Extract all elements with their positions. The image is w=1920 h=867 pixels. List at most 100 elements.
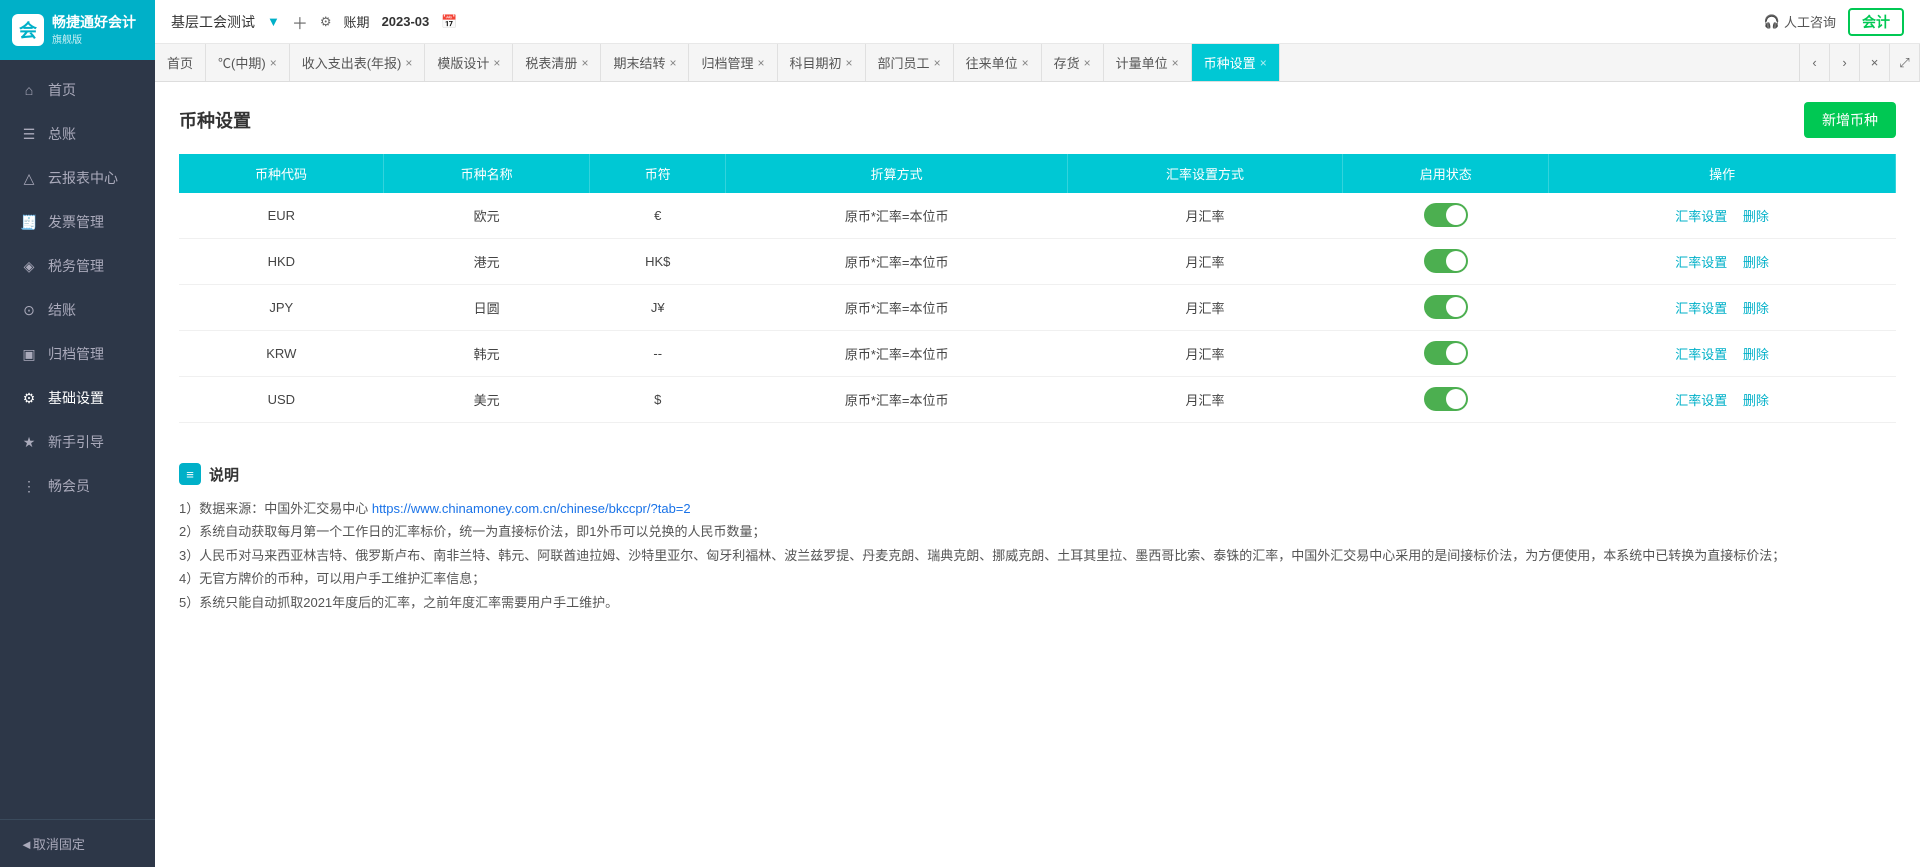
col-header-symbol: 币符: [590, 154, 726, 193]
cell-calc-4: 原币*汇率=本位币: [726, 377, 1067, 423]
tab-close-all-button[interactable]: ×: [1860, 44, 1890, 82]
tab-income-close[interactable]: ×: [405, 56, 412, 70]
toggle-0[interactable]: [1424, 203, 1468, 227]
tab-currency-close[interactable]: ×: [1260, 56, 1267, 70]
tab-period-end[interactable]: 期末结转 ×: [601, 44, 689, 81]
tab-unit[interactable]: 计量单位 ×: [1104, 44, 1192, 81]
sidebar-item-tax[interactable]: ◈ 税务管理: [0, 244, 155, 288]
delete-link-0[interactable]: 删除: [1743, 209, 1769, 224]
rate-setting-link-2[interactable]: 汇率设置: [1675, 301, 1727, 316]
rate-setting-link-0[interactable]: 汇率设置: [1675, 209, 1727, 224]
calendar-icon[interactable]: 📅: [441, 14, 457, 30]
tab-balance-close[interactable]: ×: [270, 56, 277, 70]
service-label: 人工咨询: [1784, 12, 1836, 31]
col-header-status: 启用状态: [1343, 154, 1549, 193]
notes-list: 1）数据来源：中国外汇交易中心 https://www.chinamoney.c…: [179, 497, 1896, 614]
tab-dept-label: 部门员工: [878, 53, 930, 72]
notes-title-text: 说明: [209, 464, 239, 485]
tab-archive[interactable]: 归档管理 ×: [689, 44, 777, 81]
table-row: USD 美元 $ 原币*汇率=本位币 月汇率 汇率设置 删除: [179, 377, 1896, 423]
sidebar-pin-toggle[interactable]: ◄取消固定: [0, 819, 155, 867]
rate-setting-link-4[interactable]: 汇率设置: [1675, 393, 1727, 408]
sidebar-item-settings[interactable]: ⚙ 基础设置: [0, 376, 155, 420]
period-label: 账期: [344, 12, 370, 31]
sidebar: 会 畅捷通好会计 旗舰版 ⌂ 首页 ☰ 总账 △ 云报表中心 🧾 发票管理 ◈ …: [0, 0, 155, 867]
toggle-1[interactable]: [1424, 249, 1468, 273]
tab-currency[interactable]: 币种设置 ×: [1192, 44, 1280, 81]
toggle-3[interactable]: [1424, 341, 1468, 365]
tab-dept-close[interactable]: ×: [934, 56, 941, 70]
pin-toggle-label: ◄取消固定: [20, 834, 85, 853]
tab-tax-close[interactable]: ×: [581, 56, 588, 70]
sidebar-item-report[interactable]: △ 云报表中心: [0, 156, 155, 200]
delete-link-1[interactable]: 删除: [1743, 255, 1769, 270]
invoice-icon: 🧾: [20, 214, 38, 231]
tab-period-end-close[interactable]: ×: [669, 56, 676, 70]
col-header-code: 币种代码: [179, 154, 384, 193]
sidebar-item-member[interactable]: ⋮ 畅会员: [0, 464, 155, 508]
delete-link-3[interactable]: 删除: [1743, 347, 1769, 362]
notes-item: 5）系统只能自动抓取2021年度后的汇率，之前年度汇率需要用户手工维护。: [179, 591, 1896, 614]
tab-subject-init[interactable]: 科目期初 ×: [778, 44, 866, 81]
sidebar-item-invoice[interactable]: 🧾 发票管理: [0, 200, 155, 244]
tab-unit-close[interactable]: ×: [1172, 56, 1179, 70]
topbar-settings-icon[interactable]: ⚙: [320, 14, 332, 30]
cell-name-1: 港元: [384, 239, 590, 285]
topbar-right: 🎧 人工咨询 会计: [1764, 8, 1904, 36]
delete-link-4[interactable]: 删除: [1743, 393, 1769, 408]
tab-dept[interactable]: 部门员工 ×: [866, 44, 954, 81]
toggle-knob-1: [1446, 251, 1466, 271]
rate-setting-link-1[interactable]: 汇率设置: [1675, 255, 1727, 270]
toggle-2[interactable]: [1424, 295, 1468, 319]
tab-income-label: 收入支出表(年报): [302, 53, 402, 72]
tab-home[interactable]: 首页: [155, 44, 206, 81]
tab-partner-close[interactable]: ×: [1022, 56, 1029, 70]
tab-archive-label: 归档管理: [701, 53, 753, 72]
tab-prev-button[interactable]: ‹: [1800, 44, 1830, 82]
account-button[interactable]: 会计: [1848, 8, 1904, 36]
tab-template[interactable]: 模版设计 ×: [425, 44, 513, 81]
tab-balance-label: ℃(中期): [218, 53, 266, 72]
table-row: EUR 欧元 € 原币*汇率=本位币 月汇率 汇率设置 删除: [179, 193, 1896, 239]
main-area: 基层工会测试 ▼ ＋ ⚙ 账期 2023-03 📅 🎧 人工咨询 会计 首页 ℃…: [155, 0, 1920, 867]
toggle-4[interactable]: [1424, 387, 1468, 411]
logo: 会 畅捷通好会计 旗舰版: [0, 0, 155, 60]
new-currency-button[interactable]: 新增币种: [1804, 102, 1896, 138]
sidebar-item-guide[interactable]: ★ 新手引导: [0, 420, 155, 464]
tab-template-close[interactable]: ×: [493, 56, 500, 70]
content-area: 币种设置 新增币种 币种代码 币种名称 币符 折算方式 汇率设置方式 启用状态 …: [155, 82, 1920, 867]
cell-calc-0: 原币*汇率=本位币: [726, 193, 1067, 239]
tab-archive-close[interactable]: ×: [758, 56, 765, 70]
currency-table: 币种代码 币种名称 币符 折算方式 汇率设置方式 启用状态 操作 EUR 欧元 …: [179, 154, 1896, 423]
rate-setting-link-3[interactable]: 汇率设置: [1675, 347, 1727, 362]
tab-partner[interactable]: 往来单位 ×: [954, 44, 1042, 81]
add-company-button[interactable]: ＋: [292, 10, 308, 34]
sidebar-item-ledger[interactable]: ☰ 总账: [0, 112, 155, 156]
tab-inventory-label: 存货: [1054, 53, 1080, 72]
notes-icon: ≡: [179, 463, 201, 485]
notes-link[interactable]: https://www.chinamoney.com.cn/chinese/bk…: [372, 501, 691, 516]
sidebar-item-home[interactable]: ⌂ 首页: [0, 68, 155, 112]
cell-rate-method-1: 月汇率: [1067, 239, 1342, 285]
tab-inventory[interactable]: 存货 ×: [1042, 44, 1104, 81]
tab-subject-init-close[interactable]: ×: [846, 56, 853, 70]
cell-code-0: EUR: [179, 193, 384, 239]
cell-calc-1: 原币*汇率=本位币: [726, 239, 1067, 285]
cell-symbol-0: €: [590, 193, 726, 239]
tab-inventory-close[interactable]: ×: [1084, 56, 1091, 70]
tab-income[interactable]: 收入支出表(年报) ×: [290, 44, 426, 81]
cell-symbol-1: HK$: [590, 239, 726, 285]
company-dropdown-icon[interactable]: ▼: [267, 14, 280, 29]
service-button[interactable]: 🎧 人工咨询: [1764, 12, 1836, 31]
tab-tax[interactable]: 税表清册 ×: [513, 44, 601, 81]
tab-next-button[interactable]: ›: [1830, 44, 1860, 82]
delete-link-2[interactable]: 删除: [1743, 301, 1769, 316]
notes-section: ≡ 说明 1）数据来源：中国外汇交易中心 https://www.chinamo…: [179, 463, 1896, 614]
table-row: JPY 日圆 J¥ 原币*汇率=本位币 月汇率 汇率设置 删除: [179, 285, 1896, 331]
sidebar-item-checkout[interactable]: ⊙ 结账: [0, 288, 155, 332]
cell-rate-method-4: 月汇率: [1067, 377, 1342, 423]
sidebar-label-guide: 新手引导: [48, 432, 104, 452]
tab-balance[interactable]: ℃(中期) ×: [206, 44, 290, 81]
sidebar-item-archive[interactable]: ▣ 归档管理: [0, 332, 155, 376]
tab-expand-button[interactable]: ⤢: [1890, 44, 1920, 82]
